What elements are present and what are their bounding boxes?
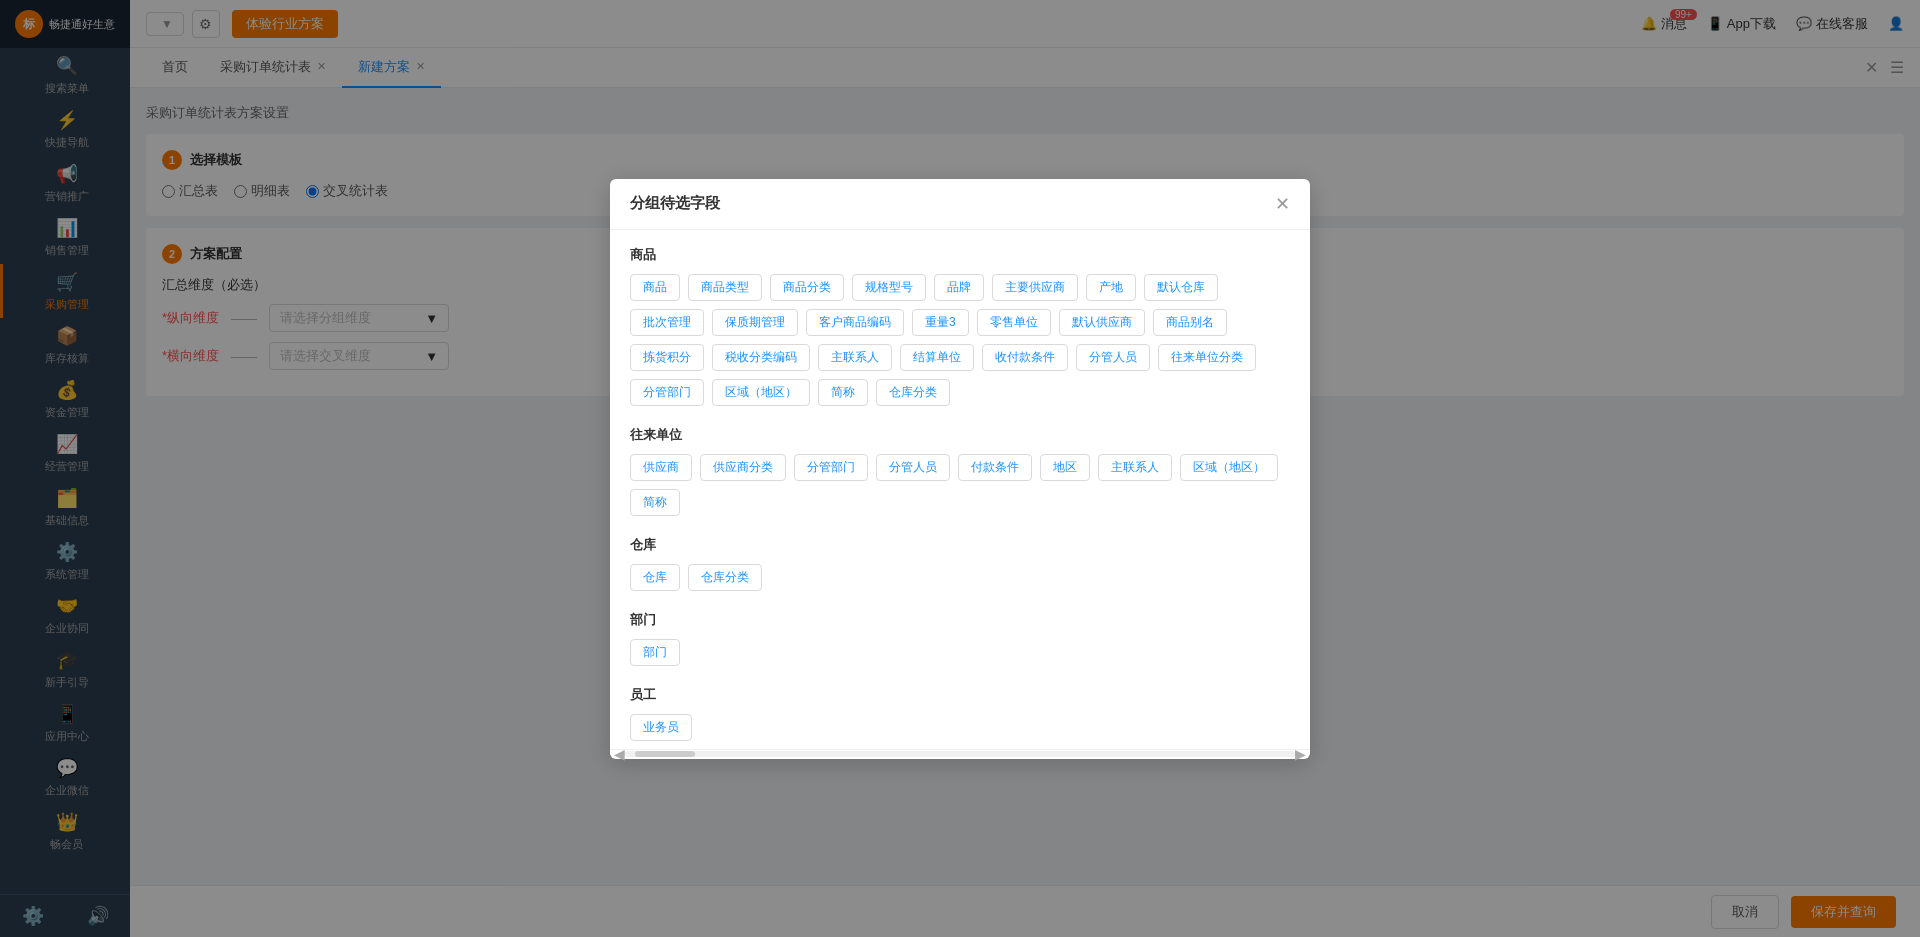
field-tag-0-21[interactable]: 往来单位分类	[1158, 344, 1256, 371]
section-title-1: 往来单位	[630, 426, 1290, 444]
field-tag-2-1[interactable]: 仓库分类	[688, 564, 762, 591]
field-tag-0-3[interactable]: 规格型号	[852, 274, 926, 301]
section-title-2: 仓库	[630, 536, 1290, 554]
field-tag-0-25[interactable]: 仓库分类	[876, 379, 950, 406]
field-tag-1-0[interactable]: 供应商	[630, 454, 692, 481]
field-tag-1-8[interactable]: 简称	[630, 489, 680, 516]
field-tag-1-5[interactable]: 地区	[1040, 454, 1090, 481]
field-tag-0-1[interactable]: 商品类型	[688, 274, 762, 301]
section-3: 部门部门	[630, 611, 1290, 666]
field-tag-0-24[interactable]: 简称	[818, 379, 868, 406]
field-tag-0-6[interactable]: 产地	[1086, 274, 1136, 301]
field-tags-2: 仓库仓库分类	[630, 564, 1290, 591]
field-tag-1-4[interactable]: 付款条件	[958, 454, 1032, 481]
field-tag-0-2[interactable]: 商品分类	[770, 274, 844, 301]
field-tag-0-22[interactable]: 分管部门	[630, 379, 704, 406]
field-tag-0-16[interactable]: 税收分类编码	[712, 344, 810, 371]
field-tag-0-7[interactable]: 默认仓库	[1144, 274, 1218, 301]
field-tags-4: 业务员	[630, 714, 1290, 741]
section-title-4: 员工	[630, 686, 1290, 704]
field-tag-1-6[interactable]: 主联系人	[1098, 454, 1172, 481]
field-tag-0-13[interactable]: 默认供应商	[1059, 309, 1145, 336]
section-0: 商品商品商品类型商品分类规格型号品牌主要供应商产地默认仓库批次管理保质期管理客户…	[630, 246, 1290, 406]
field-tag-0-20[interactable]: 分管人员	[1076, 344, 1150, 371]
horizontal-scrollbar[interactable]	[625, 751, 1295, 757]
field-tag-0-11[interactable]: 重量3	[912, 309, 969, 336]
field-tag-0-0[interactable]: 商品	[630, 274, 680, 301]
modal-header: 分组待选字段 ✕	[610, 179, 1310, 230]
field-tag-1-3[interactable]: 分管人员	[876, 454, 950, 481]
scroll-left-icon[interactable]: ◀	[614, 746, 625, 762]
section-1: 往来单位供应商供应商分类分管部门分管人员付款条件地区主联系人区域（地区） 简称	[630, 426, 1290, 516]
modal-overlay: 分组待选字段 ✕ 商品商品商品类型商品分类规格型号品牌主要供应商产地默认仓库批次…	[0, 0, 1920, 937]
modal-close-button[interactable]: ✕	[1275, 193, 1290, 215]
field-tag-2-0[interactable]: 仓库	[630, 564, 680, 591]
section-title-0: 商品	[630, 246, 1290, 264]
field-tag-1-1[interactable]: 供应商分类	[700, 454, 786, 481]
field-tags-0: 商品商品类型商品分类规格型号品牌主要供应商产地默认仓库批次管理保质期管理客户商品…	[630, 274, 1290, 406]
field-tag-1-2[interactable]: 分管部门	[794, 454, 868, 481]
field-tag-0-10[interactable]: 客户商品编码	[806, 309, 904, 336]
field-tag-4-0[interactable]: 业务员	[630, 714, 692, 741]
field-tag-0-12[interactable]: 零售单位	[977, 309, 1051, 336]
field-tag-0-8[interactable]: 批次管理	[630, 309, 704, 336]
field-tag-0-14[interactable]: 商品别名	[1153, 309, 1227, 336]
section-title-3: 部门	[630, 611, 1290, 629]
field-tag-0-19[interactable]: 收付款条件	[982, 344, 1068, 371]
field-tags-3: 部门	[630, 639, 1290, 666]
field-tag-0-9[interactable]: 保质期管理	[712, 309, 798, 336]
field-tag-3-0[interactable]: 部门	[630, 639, 680, 666]
section-4: 员工业务员	[630, 686, 1290, 741]
modal: 分组待选字段 ✕ 商品商品商品类型商品分类规格型号品牌主要供应商产地默认仓库批次…	[610, 179, 1310, 759]
modal-scrollbar: ◀ ▶	[610, 749, 1310, 759]
modal-title: 分组待选字段	[630, 194, 720, 213]
scroll-right-icon[interactable]: ▶	[1295, 746, 1306, 762]
field-tag-0-4[interactable]: 品牌	[934, 274, 984, 301]
scrollbar-thumb	[635, 751, 695, 757]
field-tag-1-7[interactable]: 区域（地区）	[1180, 454, 1278, 481]
field-tag-0-5[interactable]: 主要供应商	[992, 274, 1078, 301]
modal-body: 商品商品商品类型商品分类规格型号品牌主要供应商产地默认仓库批次管理保质期管理客户…	[610, 230, 1310, 749]
field-tag-0-15[interactable]: 拣货积分	[630, 344, 704, 371]
section-2: 仓库仓库仓库分类	[630, 536, 1290, 591]
field-tag-0-18[interactable]: 结算单位	[900, 344, 974, 371]
field-tags-1: 供应商供应商分类分管部门分管人员付款条件地区主联系人区域（地区） 简称	[630, 454, 1290, 516]
field-tag-0-17[interactable]: 主联系人	[818, 344, 892, 371]
field-tag-0-23[interactable]: 区域（地区）	[712, 379, 810, 406]
